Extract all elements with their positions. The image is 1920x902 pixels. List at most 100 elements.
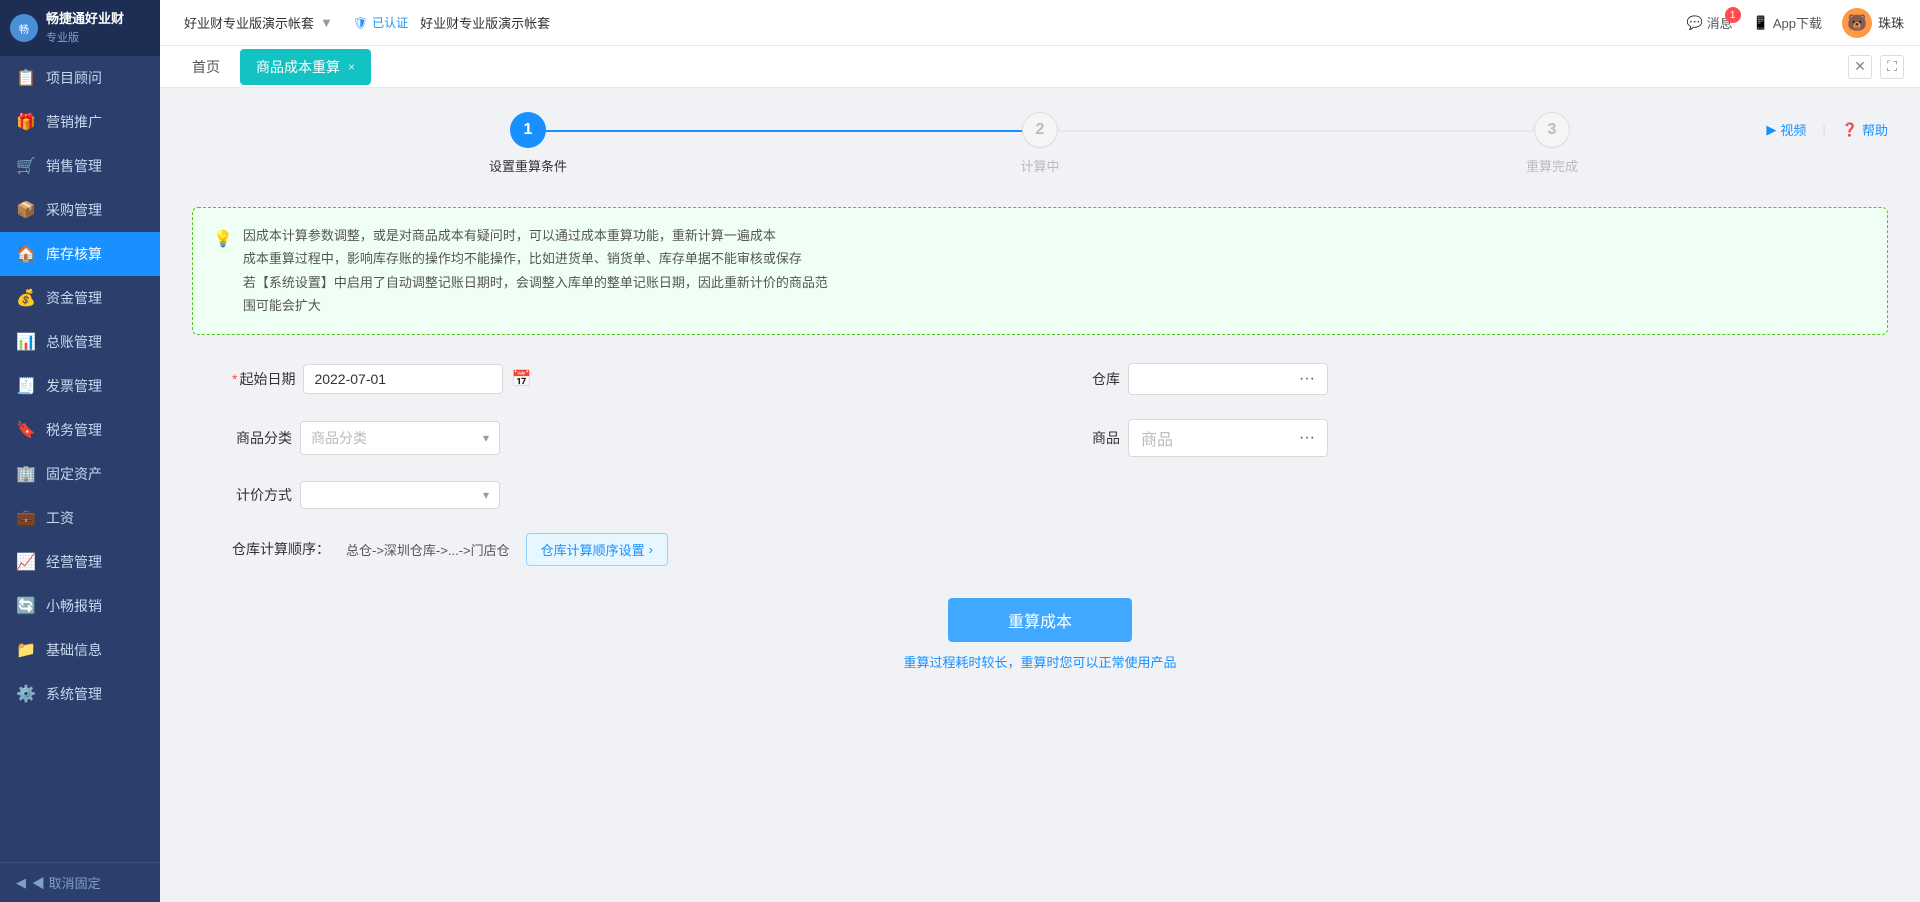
accounting-icon: 📊: [16, 332, 36, 352]
step-3-circle: 3: [1534, 112, 1570, 148]
sidebar-item-finance[interactable]: 💰 资金管理: [0, 276, 160, 320]
sidebar-item-accounting[interactable]: 📊 总账管理: [0, 320, 160, 364]
video-link[interactable]: ▶ 视频: [1766, 120, 1806, 139]
content-area: 1 设置重算条件 2 计算中 3 重算完成 ▶: [160, 88, 1920, 902]
sidebar: 畅 畅捷通好业财 专业版 📋 项目顾问 🎁 营销推广 🛒 销售管理 📦 采购管理…: [0, 0, 160, 902]
tab-close-window-btn[interactable]: ✕: [1848, 55, 1872, 79]
message-action[interactable]: 💬 消息 1: [1686, 13, 1732, 32]
step-2-label: 计算中: [1020, 156, 1059, 175]
account-dropdown-icon: ▼: [320, 15, 333, 30]
pricing-select[interactable]: ▾: [300, 481, 500, 509]
play-icon: ▶: [1766, 122, 1776, 138]
main-area: 好业财专业版演示帐套 ▼ 🛡 已认证 好业财专业版演示帐套 💬 消息 1 📱 A…: [160, 0, 1920, 902]
sidebar-item-sales[interactable]: 🛒 销售管理: [0, 144, 160, 188]
ellipsis-icon: ···: [1299, 370, 1315, 388]
sidebar-item-basic[interactable]: 📁 基础信息: [0, 628, 160, 672]
sidebar-item-system[interactable]: ⚙️ 系统管理: [0, 672, 160, 716]
calendar-icon[interactable]: 📅: [511, 369, 531, 389]
info-line-1: 因成本计算参数调整，或是对商品成本有疑问时，可以通过成本重算功能，重新计算一遍成…: [243, 224, 828, 247]
message-badge: 1: [1725, 7, 1741, 23]
warehouse-order-row: 仓库计算顺序： 总仓->深圳仓库->...->门店仓 仓库计算顺序设置 ›: [192, 533, 1888, 566]
step-progress: 1 设置重算条件 2 计算中 3 重算完成 ▶: [192, 112, 1888, 175]
product-placeholder: 商品: [1141, 426, 1173, 450]
sidebar-item-marketing[interactable]: 🎁 营销推广: [0, 100, 160, 144]
pricing-label: 计价方式: [232, 485, 292, 505]
app-download-label: App下载: [1773, 13, 1822, 32]
warehouse-order-value: 总仓->深圳仓库->...->门店仓: [346, 540, 510, 559]
sidebar-item-assets[interactable]: 🏢 固定资产: [0, 452, 160, 496]
product-ellipsis-icon: ···: [1299, 429, 1315, 447]
basic-icon: 📁: [16, 640, 36, 660]
help-label: 帮助: [1862, 120, 1888, 139]
bulb-icon: 💡: [213, 226, 233, 318]
sidebar-item-label: 采购管理: [46, 200, 102, 220]
sidebar-item-expense[interactable]: 🔄 小畅报销: [0, 584, 160, 628]
sidebar-item-operation[interactable]: 📈 经营管理: [0, 540, 160, 584]
warehouse-field: 仓库 ···: [1060, 363, 1848, 395]
user-avatar-action[interactable]: 🐻 珠珠: [1842, 8, 1904, 38]
sidebar-pin-toggle[interactable]: ◀ ◀ 取消固定: [0, 862, 160, 902]
warehouse-settings-label: 仓库计算顺序设置: [541, 540, 645, 559]
sidebar-nav: 📋 项目顾问 🎁 营销推广 🛒 销售管理 📦 采购管理 🏠 库存核算 💰 资金管…: [0, 56, 160, 862]
tab-cost-recalc[interactable]: 商品成本重算 ×: [240, 49, 371, 85]
sidebar-title: 畅捷通好业财: [46, 11, 124, 28]
form-section: 起始日期 📅 仓库 ··· 商品分类 商品分类 ▾: [192, 363, 1888, 509]
step-3-label: 重算完成: [1526, 156, 1578, 175]
sidebar-item-label: 固定资产: [46, 464, 102, 484]
sidebar-item-label: 总账管理: [46, 332, 102, 352]
tab-expand-btn[interactable]: ⛶: [1880, 55, 1904, 79]
sidebar-item-label: 经营管理: [46, 552, 102, 572]
sidebar-item-purchase[interactable]: 📦 采购管理: [0, 188, 160, 232]
tab-close-icon[interactable]: ×: [348, 60, 355, 74]
form-row-1: 起始日期 📅 仓库 ···: [232, 363, 1848, 395]
sidebar-item-label: 税务管理: [46, 420, 102, 440]
assets-icon: 🏢: [16, 464, 36, 484]
sidebar-logo: 畅: [10, 14, 38, 42]
warehouse-order-settings-btn[interactable]: 仓库计算顺序设置 ›: [526, 533, 668, 566]
phone-icon: 📱: [1753, 15, 1769, 31]
tab-home[interactable]: 首页: [176, 49, 236, 85]
sidebar-item-project[interactable]: 📋 项目顾问: [0, 56, 160, 100]
sidebar-item-tax[interactable]: 🔖 税务管理: [0, 408, 160, 452]
step-1-circle: 1: [510, 112, 546, 148]
video-label: 视频: [1780, 120, 1806, 139]
warehouse-label: 仓库: [1060, 369, 1120, 389]
start-date-input[interactable]: [303, 364, 503, 394]
inventory-icon: 🏠: [16, 244, 36, 264]
avatar: 🐻: [1842, 8, 1872, 38]
step-help-actions: ▶ 视频 | ❓ 帮助: [1766, 120, 1888, 139]
product-select-btn[interactable]: 商品 ···: [1128, 419, 1328, 457]
sidebar-item-invoice[interactable]: 🧾 发票管理: [0, 364, 160, 408]
system-icon: ⚙️: [16, 684, 36, 704]
sales-icon: 🛒: [16, 156, 36, 176]
warehouse-select-btn[interactable]: ···: [1128, 363, 1328, 395]
start-date-field: 起始日期 📅: [232, 364, 1020, 394]
sidebar-item-salary[interactable]: 💼 工资: [0, 496, 160, 540]
category-field: 商品分类 商品分类 ▾: [232, 421, 1020, 455]
category-select[interactable]: 商品分类 ▾: [300, 421, 500, 455]
product-label: 商品: [1060, 428, 1120, 448]
app-download-action[interactable]: 📱 App下载: [1753, 13, 1822, 32]
account-select[interactable]: 好业财专业版演示帐套 ▼: [176, 9, 341, 36]
info-box-content: 因成本计算参数调整，或是对商品成本有疑问时，可以通过成本重算功能，重新计算一遍成…: [243, 224, 828, 318]
marketing-icon: 🎁: [16, 112, 36, 132]
separator: |: [1822, 122, 1825, 137]
sidebar-item-label: 系统管理: [46, 684, 102, 704]
pricing-chevron-icon: ▾: [483, 488, 489, 502]
account-name-display: 好业财专业版演示帐套: [420, 13, 550, 32]
help-link[interactable]: ❓ 帮助: [1842, 120, 1888, 139]
sidebar-item-label: 资金管理: [46, 288, 102, 308]
shield-icon: 🛡: [353, 16, 368, 30]
calc-button[interactable]: 重算成本: [948, 598, 1132, 642]
info-line-4: 围可能会扩大: [243, 294, 828, 317]
warehouse-order-label: 仓库计算顺序：: [232, 539, 330, 559]
operation-icon: 📈: [16, 552, 36, 572]
step-1-line: [528, 130, 1040, 132]
category-label: 商品分类: [232, 428, 292, 448]
sidebar-item-label: 营销推广: [46, 112, 102, 132]
sidebar-item-label: 基础信息: [46, 640, 102, 660]
pin-label: ◀ 取消固定: [32, 873, 101, 892]
tabs-bar: 首页 商品成本重算 × ✕ ⛶: [160, 46, 1920, 88]
sidebar-item-inventory[interactable]: 🏠 库存核算: [0, 232, 160, 276]
step-3: 3 重算完成: [1296, 112, 1808, 175]
